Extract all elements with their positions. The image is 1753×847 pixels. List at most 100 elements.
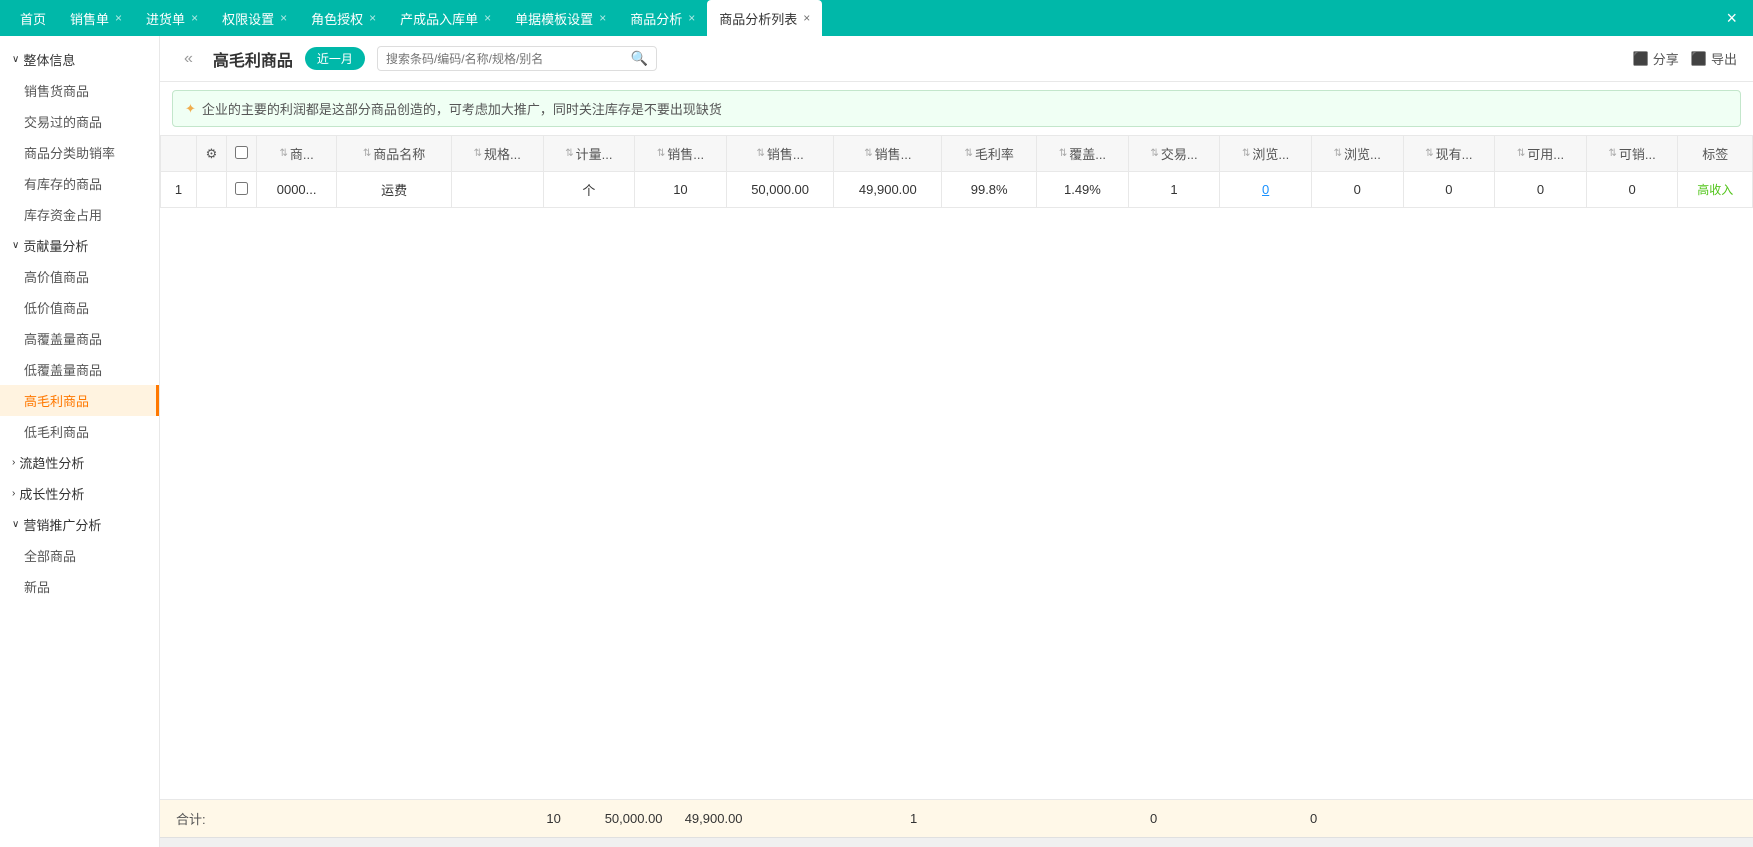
cell-browse1: 0 — [1220, 172, 1312, 208]
row-settings[interactable] — [197, 172, 227, 208]
collapse-sidebar-button[interactable]: « — [176, 50, 201, 68]
cell-transaction: 1 — [1128, 172, 1220, 208]
close-all-tabs[interactable]: × — [1718, 8, 1745, 29]
footer-transaction: 1 — [874, 811, 954, 826]
sidebar-item-全部商品[interactable]: 全部商品 — [0, 540, 159, 571]
close-tab-icon[interactable]: × — [115, 11, 122, 25]
cell-sales_cost: 49,900.00 — [834, 172, 942, 208]
col-label: 浏览... — [1252, 144, 1289, 163]
col-unit[interactable]: ⇅计量... — [543, 136, 635, 172]
sidebar-section-整体信息[interactable]: ∨整体信息 — [0, 44, 159, 75]
close-tab-icon[interactable]: × — [369, 11, 376, 25]
footer-spacer2 — [754, 811, 874, 826]
nav-item-商品分析[interactable]: 商品分析× — [618, 0, 707, 36]
sidebar-section-贡献量分析[interactable]: ∨贡献量分析 — [0, 230, 159, 261]
col-tag: 标签 — [1678, 136, 1753, 172]
nav-item-单据模板设置[interactable]: 单据模板设置× — [503, 0, 618, 36]
footer-spacer4 — [1194, 811, 1274, 826]
sidebar-item-低毛利商品[interactable]: 低毛利商品 — [0, 416, 159, 447]
col-sales_amount[interactable]: ⇅销售... — [726, 136, 834, 172]
col-name[interactable]: ⇅商品名称 — [337, 136, 452, 172]
sort-icon: ⇅ — [1517, 148, 1525, 159]
sidebar-item-新品[interactable]: 新品 — [0, 571, 159, 602]
col-sales_cost[interactable]: ⇅销售... — [834, 136, 942, 172]
cell-name: 运费 — [337, 172, 452, 208]
footer-sales-qty: 10 — [514, 811, 594, 826]
data-table-container: ⚙⇅商...⇅商品名称⇅规格...⇅计量...⇅销售...⇅销售...⇅销售..… — [160, 135, 1753, 799]
sidebar: ∨整体信息销售货商品交易过的商品商品分类助销率有库存的商品库存资金占用∨贡献量分… — [0, 36, 160, 847]
time-filter-button[interactable]: 近一月 — [305, 47, 365, 70]
browse1-link[interactable]: 0 — [1262, 182, 1269, 197]
sidebar-section-营销推广分析[interactable]: ∨营销推广分析 — [0, 509, 159, 540]
sidebar-item-高覆盖量商品[interactable]: 高覆盖量商品 — [0, 323, 159, 354]
col-label: 规格... — [484, 144, 521, 163]
col-browse1[interactable]: ⇅浏览... — [1220, 136, 1312, 172]
close-tab-icon[interactable]: × — [280, 11, 287, 25]
nav-item-进货单[interactable]: 进货单× — [134, 0, 210, 36]
export-icon: ⬛ — [1691, 51, 1707, 67]
col-label: 浏览... — [1344, 144, 1381, 163]
sidebar-section-成长性分析[interactable]: ›成长性分析 — [0, 478, 159, 509]
info-icon: ✦ — [185, 101, 196, 117]
col-available[interactable]: ⇅现有... — [1403, 136, 1495, 172]
search-icon[interactable]: 🔍 — [631, 50, 648, 67]
cell-browse2: 0 — [1311, 172, 1403, 208]
col-label: 计量... — [576, 144, 613, 163]
row-checkbox[interactable] — [227, 172, 257, 208]
nav-item-销售单[interactable]: 销售单× — [58, 0, 134, 36]
sidebar-item-有库存的商品[interactable]: 有库存的商品 — [0, 168, 159, 199]
nav-item-权限设置[interactable]: 权限设置× — [210, 0, 299, 36]
cell-sellable: 0 — [1586, 172, 1678, 208]
close-tab-icon[interactable]: × — [191, 11, 198, 25]
sort-icon: ⇅ — [363, 148, 371, 159]
col-coverage[interactable]: ⇅覆盖... — [1037, 136, 1129, 172]
col-code[interactable]: ⇅商... — [257, 136, 337, 172]
sort-icon: ⇅ — [964, 148, 972, 159]
content-header: « 高毛利商品 近一月 🔍 ⬛ 分享 ⬛ 导出 — [160, 36, 1753, 82]
data-table: ⚙⇅商...⇅商品名称⇅规格...⇅计量...⇅销售...⇅销售...⇅销售..… — [160, 135, 1753, 208]
sort-icon: ⇅ — [657, 148, 665, 159]
sidebar-item-高毛利商品[interactable]: 高毛利商品 — [0, 385, 159, 416]
search-input[interactable] — [386, 52, 631, 66]
nav-item-产成品入库单[interactable]: 产成品入库单× — [388, 0, 503, 36]
sidebar-item-低价值商品[interactable]: 低价值商品 — [0, 292, 159, 323]
select-all-checkbox[interactable] — [235, 146, 248, 159]
col-label: 销售... — [875, 144, 912, 163]
search-box: 🔍 — [377, 46, 657, 71]
sidebar-section-流趋性分析[interactable]: ›流趋性分析 — [0, 447, 159, 478]
col-label: 销售... — [767, 144, 804, 163]
col-sellable[interactable]: ⇅可销... — [1586, 136, 1678, 172]
bottom-scrollbar[interactable] — [160, 837, 1753, 847]
footer-available: 0 — [1114, 811, 1194, 826]
nav-item-首页[interactable]: 首页 — [8, 0, 58, 36]
close-tab-icon[interactable]: × — [688, 11, 695, 25]
col-settings: ⚙ — [197, 136, 227, 172]
col-browse2[interactable]: ⇅浏览... — [1311, 136, 1403, 172]
sidebar-item-库存资金占用[interactable]: 库存资金占用 — [0, 199, 159, 230]
sidebar-item-商品分类助销率[interactable]: 商品分类助销率 — [0, 137, 159, 168]
col-gross_margin[interactable]: ⇅毛利率 — [942, 136, 1037, 172]
export-button[interactable]: ⬛ 导出 — [1691, 49, 1737, 68]
sort-icon: ⇅ — [474, 148, 482, 159]
col-checkbox — [227, 136, 257, 172]
sidebar-item-高价值商品[interactable]: 高价值商品 — [0, 261, 159, 292]
col-spec[interactable]: ⇅规格... — [451, 136, 543, 172]
sidebar-item-销售货商品[interactable]: 销售货商品 — [0, 75, 159, 106]
sidebar-item-低覆盖量商品[interactable]: 低覆盖量商品 — [0, 354, 159, 385]
settings-icon[interactable]: ⚙ — [206, 146, 218, 162]
close-tab-icon[interactable]: × — [599, 11, 606, 25]
col-transaction[interactable]: ⇅交易... — [1128, 136, 1220, 172]
row-select-checkbox[interactable] — [235, 182, 248, 195]
col-usable[interactable]: ⇅可用... — [1495, 136, 1587, 172]
nav-item-角色授权[interactable]: 角色授权× — [299, 0, 388, 36]
sidebar-item-交易过的商品[interactable]: 交易过的商品 — [0, 106, 159, 137]
close-tab-icon[interactable]: × — [803, 11, 810, 25]
footer-sales-cost: 49,900.00 — [674, 811, 754, 826]
share-button[interactable]: ⬛ 分享 — [1633, 49, 1679, 68]
close-tab-icon[interactable]: × — [484, 11, 491, 25]
sort-icon: ⇅ — [280, 148, 288, 159]
nav-item-商品分析列表[interactable]: 商品分析列表× — [707, 0, 822, 36]
col-label: 现有... — [1436, 144, 1473, 163]
col-sales_qty[interactable]: ⇅销售... — [635, 136, 727, 172]
footer-total: 合计: 10 50,000.00 49,900.00 1 0 0 — [160, 799, 1753, 837]
